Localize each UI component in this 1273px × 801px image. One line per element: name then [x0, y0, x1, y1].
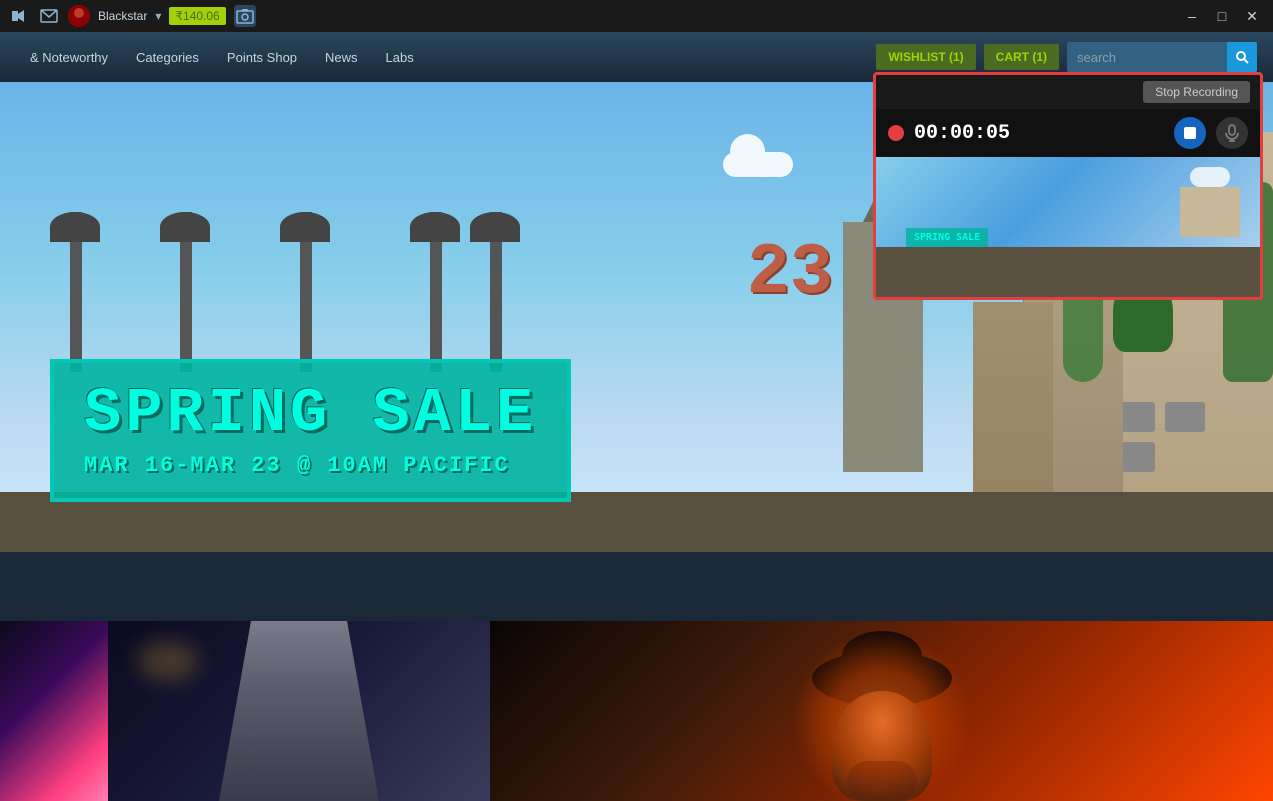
lamp-5 — [490, 212, 502, 372]
thumbnail-1[interactable] — [0, 621, 108, 801]
rec-mic-button[interactable] — [1216, 117, 1248, 149]
screenshot-icon[interactable] — [234, 5, 256, 27]
lamp-3 — [300, 212, 312, 372]
nav-item-labs[interactable]: Labs — [372, 32, 428, 82]
recording-indicator — [888, 125, 904, 141]
recording-preview: SPRING SALE — [876, 157, 1260, 297]
thumbnail-2[interactable] — [108, 621, 490, 801]
balance-arrow: ▾ — [155, 9, 161, 23]
cart-button[interactable]: CART (1) — [984, 44, 1059, 70]
nav-item-noteworthy[interactable]: & Noteworthy — [16, 32, 122, 82]
rec-stop-button[interactable] — [1174, 117, 1206, 149]
recording-header: Stop Recording — [876, 75, 1260, 109]
sale-banner-area: SPRING SALE MAR 16-MAR 23 @ 10AM PACIFIC — [20, 359, 1273, 502]
wishlist-button[interactable]: WISHLIST (1) — [876, 44, 975, 70]
close-button[interactable]: ✕ — [1239, 5, 1265, 27]
minimize-button[interactable]: – — [1179, 5, 1205, 27]
thumb-bg-1 — [0, 621, 108, 801]
recording-timer: 00:00:05 — [914, 122, 1164, 145]
sale-dates: MAR 16-MAR 23 @ 10AM PACIFIC — [84, 453, 537, 478]
steam-volume-icon[interactable] — [8, 5, 30, 27]
mail-icon[interactable] — [38, 5, 60, 27]
user-avatar[interactable] — [68, 5, 90, 27]
recording-controls: 00:00:05 — [876, 109, 1260, 157]
lamp-2 — [180, 212, 192, 372]
maximize-button[interactable]: □ — [1209, 5, 1235, 27]
search-button[interactable] — [1227, 42, 1257, 72]
nav-item-categories[interactable]: Categories — [122, 32, 213, 82]
stop-icon — [1184, 127, 1196, 139]
thumb-bg-2 — [108, 621, 490, 801]
search-container — [1067, 42, 1257, 72]
thumbnail-3[interactable] — [490, 621, 1273, 801]
stop-recording-button[interactable]: Stop Recording — [1143, 81, 1250, 103]
thumb-bg-3 — [490, 621, 1273, 801]
recording-overlay: Stop Recording 00:00:05 SPRING SALE — [873, 72, 1263, 300]
lamp-4 — [430, 212, 442, 372]
cloud-3 — [723, 152, 793, 177]
window-controls: – □ ✕ — [1179, 5, 1265, 27]
nav-left: & Noteworthy Categories Points Shop News… — [16, 32, 876, 82]
lamp-1 — [70, 212, 82, 372]
username-label[interactable]: Blackstar — [98, 9, 147, 23]
building-number: 23 — [747, 232, 833, 314]
spring-sale-sign: SPRING SALE MAR 16-MAR 23 @ 10AM PACIFIC — [50, 359, 571, 502]
nav-item-news[interactable]: News — [311, 32, 372, 82]
nav-item-points-shop[interactable]: Points Shop — [213, 32, 311, 82]
title-bar: Blackstar ▾ ₹140.06 – □ ✕ — [0, 0, 1273, 32]
nav-right: WISHLIST (1) CART (1) — [876, 42, 1257, 72]
thumbnails-row — [0, 621, 1273, 801]
balance-label: ₹140.06 — [169, 7, 225, 25]
title-bar-left: Blackstar ▾ ₹140.06 — [8, 5, 256, 27]
search-input[interactable] — [1067, 50, 1227, 65]
sale-title: SPRING SALE — [84, 383, 537, 445]
